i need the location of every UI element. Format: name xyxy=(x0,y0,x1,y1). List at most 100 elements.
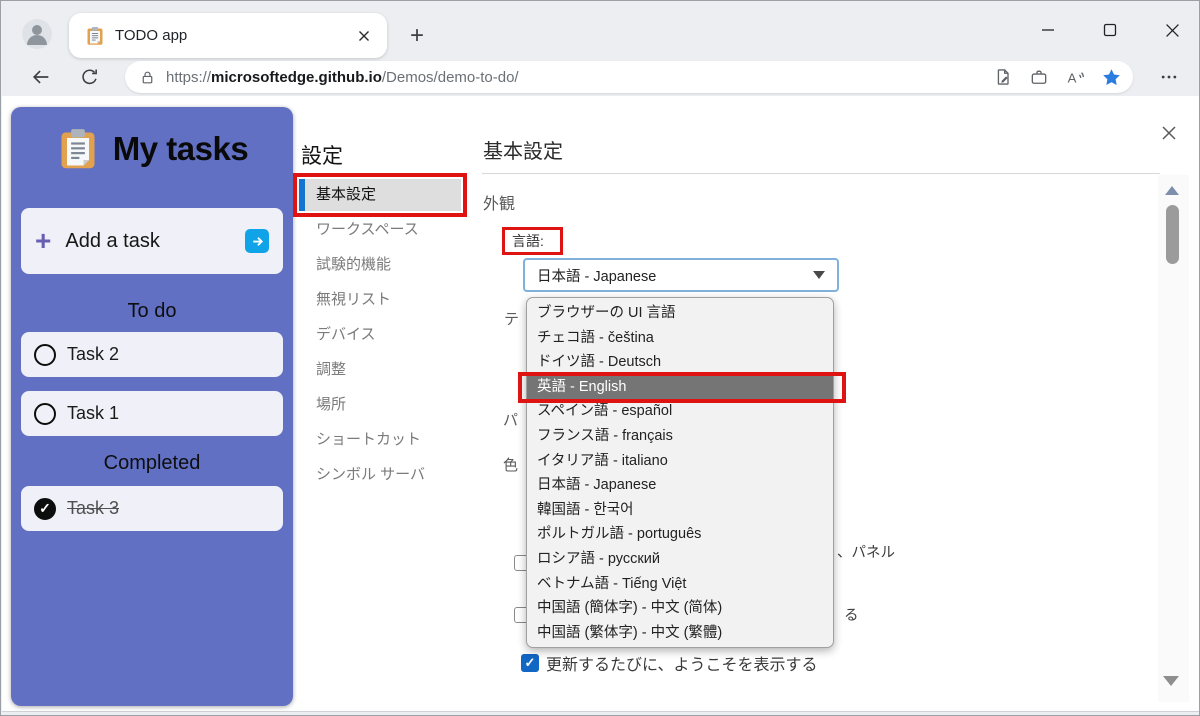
annotation-box-english xyxy=(518,372,846,403)
settings-close-button[interactable] xyxy=(1158,122,1180,144)
chevron-down-icon xyxy=(813,271,825,279)
menu-item-devices[interactable]: デバイス xyxy=(301,317,425,352)
back-arrow-icon xyxy=(32,70,49,84)
welcome-checkbox-label: 更新するたびに、ようこそを表示する xyxy=(546,657,818,674)
new-tab-button[interactable]: + xyxy=(403,22,431,50)
lock-icon xyxy=(142,71,153,83)
task-checkbox-checked[interactable]: ✓ xyxy=(34,497,56,520)
theme-label-fragment: テ xyxy=(504,311,520,328)
profile-avatar[interactable] xyxy=(21,18,53,50)
app-title: My tasks xyxy=(112,130,249,167)
settings-page-title: 基本設定 xyxy=(483,141,563,163)
url-scheme: https:// xyxy=(166,68,212,86)
dropdown-option-spanish[interactable]: スペイン語 - español xyxy=(527,399,833,424)
close-icon xyxy=(1165,23,1179,37)
window-maximize-button[interactable] xyxy=(1097,17,1123,43)
browser-tab[interactable]: TODO app xyxy=(69,13,387,58)
dropdown-option-chinese-traditional[interactable]: 中国語 (繁体字) - 中文 (繁體) xyxy=(527,621,833,646)
task-row[interactable]: Task 2 xyxy=(21,332,283,377)
welcome-setting-row: ✓ 更新するたびに、ようこそを表示する xyxy=(521,651,818,675)
tab-close-button[interactable] xyxy=(353,25,375,47)
read-aloud-button[interactable]: A xyxy=(1061,63,1089,91)
dropdown-option-portuguese[interactable]: ポルトガル語 - português xyxy=(527,522,833,547)
completed-section-heading: Completed xyxy=(103,452,201,474)
arrow-right-icon xyxy=(252,236,263,246)
person-icon xyxy=(22,19,52,49)
add-task-input[interactable]: + Add a task xyxy=(21,208,283,274)
task-checkbox[interactable] xyxy=(34,343,56,366)
dropdown-option-korean[interactable]: 韓国語 - 한국어 xyxy=(527,498,833,523)
favorites-star-button[interactable] xyxy=(1097,63,1125,91)
menu-item-symbol-server[interactable]: シンボル サーバ xyxy=(301,457,425,492)
dropdown-option-japanese[interactable]: 日本語 - Japanese xyxy=(527,473,833,498)
language-select[interactable]: 日本語 - Japanese xyxy=(523,258,839,292)
menu-item-experiments[interactable]: 試験的機能 xyxy=(301,247,425,282)
task-row[interactable]: ✓ Task 3 xyxy=(21,486,283,531)
panel-text-fragment: 、パネル xyxy=(837,545,895,561)
todo-section-heading: To do xyxy=(127,300,177,322)
task-row[interactable]: Task 1 xyxy=(21,391,283,436)
dropdown-option-italian[interactable]: イタリア語 - italiano xyxy=(527,449,833,474)
task-label: Task 1 xyxy=(67,403,120,423)
add-task-placeholder: Add a task xyxy=(65,229,160,252)
task-checkbox[interactable] xyxy=(34,402,56,425)
address-bar[interactable]: https://microsoftedge.github.io/Demos/de… xyxy=(125,61,1133,93)
text-fragment: る xyxy=(844,608,859,624)
browser-essentials-button[interactable] xyxy=(1025,63,1053,91)
menu-item-workspace[interactable]: ワークスペース xyxy=(301,212,425,247)
appearance-section-heading: 外観 xyxy=(483,196,516,213)
dropdown-option-czech[interactable]: チェコ語 - čeština xyxy=(527,326,833,351)
read-aloud-icon: A xyxy=(1067,70,1084,85)
dropdown-option-russian[interactable]: ロシア語 - русский xyxy=(527,547,833,572)
browser-menu-button[interactable] xyxy=(1153,63,1185,91)
menu-item-shortcuts[interactable]: ショートカット xyxy=(301,422,425,457)
svg-text:A: A xyxy=(1067,70,1076,85)
url-path: /Demos/demo-to-do/ xyxy=(381,68,519,86)
dropdown-option-chinese-simplified[interactable]: 中国語 (簡体字) - 中文 (简体) xyxy=(527,596,833,621)
page-edit-icon xyxy=(997,69,1009,85)
menu-item-preferences-selected[interactable]: 基本設定 xyxy=(299,179,461,211)
menu-item-ignore-list[interactable]: 無視リスト xyxy=(301,282,425,317)
minimize-icon xyxy=(1042,29,1054,31)
url-text[interactable]: https://microsoftedge.github.io/Demos/de… xyxy=(166,69,981,86)
scrollbar-down-arrow[interactable] xyxy=(1163,676,1179,686)
checked-checkbox[interactable]: ✓ xyxy=(521,654,539,672)
url-host: microsoftedge.github.io xyxy=(211,68,382,86)
plus-icon: + xyxy=(409,22,424,49)
task-label: Task 3 xyxy=(67,498,120,518)
briefcase-icon xyxy=(1031,70,1047,84)
window-close-button[interactable] xyxy=(1159,17,1185,43)
star-icon xyxy=(1102,68,1120,85)
web-capture-button[interactable] xyxy=(989,63,1017,91)
page-content: My tasks + Add a task To do Task 2 Task … xyxy=(2,96,1199,712)
panel-label-fragment: パ xyxy=(503,412,519,429)
scrollbar-thumb[interactable] xyxy=(1166,205,1179,264)
clipboard-favicon-icon xyxy=(87,26,103,45)
scrollbar-up-arrow[interactable] xyxy=(1165,186,1179,195)
browser-window: TODO app + https://microsoftedge.github.… xyxy=(0,0,1200,716)
settings-menu-title: 設定 xyxy=(301,145,343,168)
dropdown-option-vietnamese[interactable]: ベトナム語 - Tiếng Việt xyxy=(527,572,833,597)
menu-item-throttling[interactable]: 調整 xyxy=(301,352,425,387)
color-label-fragment: 色 xyxy=(503,457,519,474)
language-dropdown-list: ブラウザーの UI 言語 チェコ語 - čeština ドイツ語 - Deuts… xyxy=(526,297,834,648)
menu-item-locations[interactable]: 場所 xyxy=(301,387,425,422)
submit-task-button[interactable] xyxy=(245,229,269,253)
refresh-icon xyxy=(81,68,97,84)
window-minimize-button[interactable] xyxy=(1035,17,1061,43)
clipboard-icon xyxy=(61,129,95,169)
annotation-box-language: 言語: xyxy=(502,227,563,255)
todo-header: My tasks xyxy=(11,127,293,171)
todo-sidebar: My tasks + Add a task To do Task 2 Task … xyxy=(11,107,293,706)
refresh-button[interactable] xyxy=(75,63,103,91)
dropdown-option-french[interactable]: フランス語 - français xyxy=(527,424,833,449)
annotation-box-menu: 基本設定 xyxy=(293,173,467,217)
settings-menu-list: ワークスペース 試験的機能 無視リスト デバイス 調整 場所 ショートカット シ… xyxy=(301,212,425,492)
dropdown-option-browser-ui[interactable]: ブラウザーの UI 言語 xyxy=(527,301,833,326)
divider xyxy=(482,173,1160,174)
close-icon xyxy=(359,30,369,41)
maximize-icon xyxy=(1103,23,1117,37)
back-button[interactable] xyxy=(27,63,55,91)
tab-title: TODO app xyxy=(115,27,188,44)
task-label: Task 2 xyxy=(67,344,120,364)
